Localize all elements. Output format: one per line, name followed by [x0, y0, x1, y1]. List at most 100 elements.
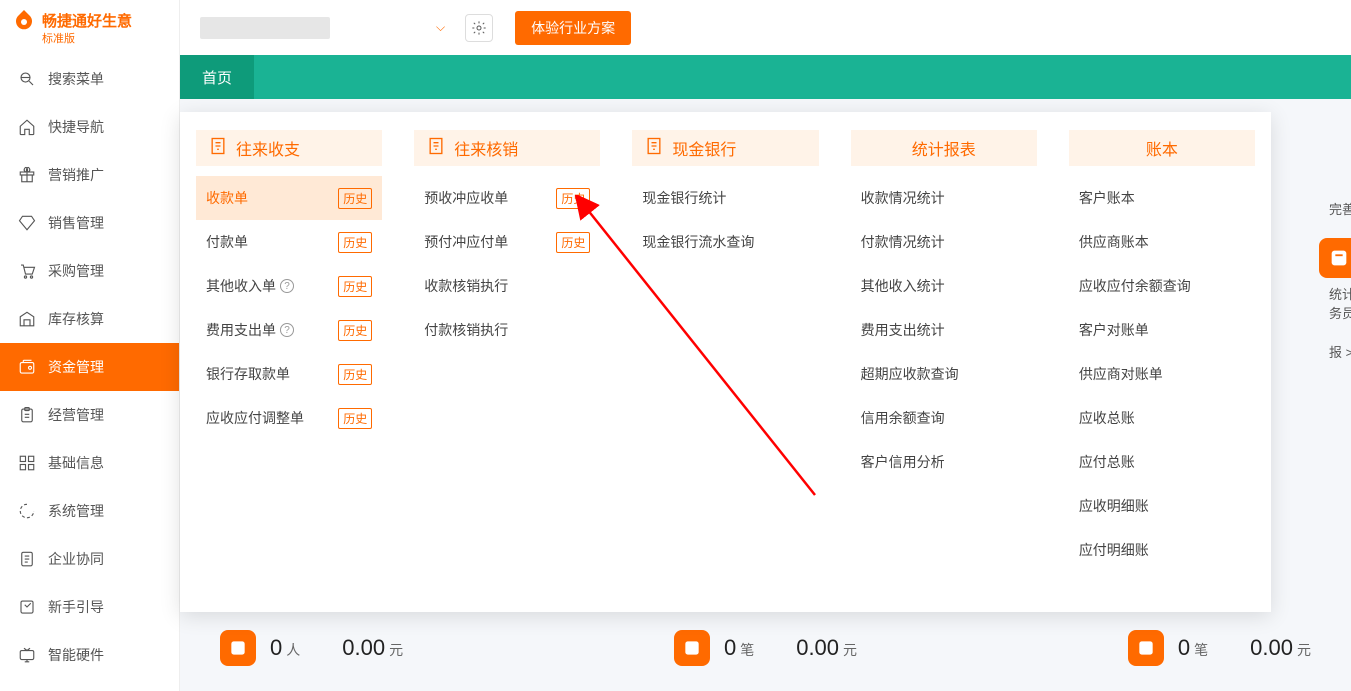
mega-item[interactable]: 预收冲应收单历史 [414, 176, 600, 220]
history-tag[interactable]: 历史 [556, 188, 590, 209]
right-widget-icon[interactable] [1319, 238, 1351, 278]
mega-item[interactable]: 应付明细账 [1069, 528, 1255, 572]
sidebar-item-label: 系统管理 [48, 501, 104, 521]
history-tag[interactable]: 历史 [338, 364, 372, 385]
mega-item[interactable]: 其他收入统计 [851, 264, 1037, 308]
mega-item[interactable]: 银行存取款单 历史 [196, 352, 382, 396]
history-tag[interactable]: 历史 [338, 276, 372, 297]
mega-item[interactable]: 应收应付调整单 历史 [196, 396, 382, 440]
mega-item[interactable]: 客户信用分析 [851, 440, 1037, 484]
mega-item[interactable]: 付款单历史 [196, 220, 382, 264]
mega-column: 现金银行现金银行统计现金银行流水查询 [616, 130, 834, 582]
sidebar-item-label: 资金管理 [48, 357, 104, 377]
mega-item[interactable]: 客户账本 [1069, 176, 1255, 220]
mega-item[interactable]: 收款核销执行 [414, 264, 600, 308]
sidebar-item-search[interactable]: 搜索菜单 [0, 55, 179, 103]
mega-item[interactable]: 应付总账 [1069, 440, 1255, 484]
sidebar-item-label: 库存核算 [48, 309, 104, 329]
sidebar-item-guide[interactable]: 新手引导 [0, 583, 179, 631]
sidebar-item-label: 销售管理 [48, 213, 104, 233]
sidebar-item-label: 智能硬件 [48, 645, 104, 665]
mega-item-label: 信用余额查询 [861, 408, 945, 428]
mega-item[interactable]: 付款情况统计 [851, 220, 1037, 264]
mega-item[interactable]: 付款核销执行 [414, 308, 600, 352]
mega-item[interactable]: 信用余额查询 [851, 396, 1037, 440]
sidebar-item-label: 基础信息 [48, 453, 104, 473]
mega-item[interactable]: 超期应收款查询 [851, 352, 1037, 396]
sidebar-item-operation[interactable]: 经营管理 [0, 391, 179, 439]
sidebar-item-label: 营销推广 [48, 165, 104, 185]
sidebar-item-funds[interactable]: 资金管理 [0, 343, 179, 391]
history-tag[interactable]: 历史 [338, 408, 372, 429]
stat-value: 0.00元 [796, 635, 857, 661]
mega-item[interactable]: 应收总账 [1069, 396, 1255, 440]
mega-item[interactable]: 其他收入单?历史 [196, 264, 382, 308]
help-icon[interactable]: ? [280, 279, 294, 293]
mega-column-title: 现金银行 [672, 136, 736, 160]
tab-home[interactable]: 首页 [180, 55, 254, 99]
mega-item-label: 银行存取款单 [206, 364, 290, 384]
sidebar-item-purchase[interactable]: 采购管理 [0, 247, 179, 295]
mega-item[interactable]: 收款情况统计 [851, 176, 1037, 220]
brand-name: 畅捷通好生意 [42, 10, 132, 31]
stat-value: 0.00元 [1250, 635, 1311, 661]
mega-column-title: 账本 [1146, 136, 1178, 160]
logo-icon [12, 8, 36, 32]
sidebar-item-sales[interactable]: 销售管理 [0, 199, 179, 247]
cta-button[interactable]: 体验行业方案 [515, 11, 631, 45]
help-icon[interactable]: ? [280, 323, 294, 337]
stat-count: 0笔 [724, 635, 754, 661]
sidebar-item-quicknav[interactable]: 快捷导航 [0, 103, 179, 151]
sidebar-item-label: 经营管理 [48, 405, 104, 425]
stat-icon [674, 630, 710, 666]
mega-item[interactable]: 收款单历史 [196, 176, 382, 220]
mega-item[interactable]: 预付冲应付单历史 [414, 220, 600, 264]
mega-item-label: 现金银行流水查询 [642, 232, 754, 252]
history-tag[interactable]: 历史 [338, 188, 372, 209]
nav-list: 搜索菜单快捷导航营销推广销售管理采购管理库存核算资金管理经营管理基础信息系统管理… [0, 55, 179, 679]
mega-item-label: 客户账本 [1079, 188, 1135, 208]
mega-item[interactable]: 费用支出单? 历史 [196, 308, 382, 352]
history-tag[interactable]: 历史 [338, 320, 372, 341]
clipboard-icon [18, 406, 36, 424]
mega-item[interactable]: 应收应付余额查询 [1069, 264, 1255, 308]
mega-item[interactable]: 供应商对账单 [1069, 352, 1255, 396]
sidebar-item-marketing[interactable]: 营销推广 [0, 151, 179, 199]
mega-item[interactable]: 费用支出统计 [851, 308, 1037, 352]
mega-item[interactable]: 现金银行流水查询 [632, 220, 818, 264]
history-tag[interactable]: 历史 [338, 232, 372, 253]
diamond-icon [18, 214, 36, 232]
sidebar: 畅捷通好生意 标准版 搜索菜单快捷导航营销推广销售管理采购管理库存核算资金管理经… [0, 0, 180, 691]
tv-icon [18, 646, 36, 664]
stat-value: 0.00元 [342, 635, 403, 661]
sidebar-item-system[interactable]: 系统管理 [0, 487, 179, 535]
mega-item[interactable]: 应收明细账 [1069, 484, 1255, 528]
stat-icon [1128, 630, 1164, 666]
sidebar-item-label: 企业协同 [48, 549, 104, 569]
doc-icon [18, 550, 36, 568]
mega-column-header: 现金银行 [632, 130, 818, 166]
sidebar-item-basic[interactable]: 基础信息 [0, 439, 179, 487]
sidebar-item-hardware[interactable]: 智能硬件 [0, 631, 179, 679]
mega-column-header: 往来核销 [414, 130, 600, 166]
sidebar-item-inventory[interactable]: 库存核算 [0, 295, 179, 343]
mega-item[interactable]: 供应商账本 [1069, 220, 1255, 264]
loading-icon [18, 502, 36, 520]
right-text-2a: 统计表 [1329, 284, 1351, 303]
sidebar-item-collab[interactable]: 企业协同 [0, 535, 179, 583]
settings-button[interactable] [465, 14, 493, 42]
receipt-icon [208, 136, 228, 161]
mega-column-header: 往来收支 [196, 130, 382, 166]
mega-item-label: 费用支出单? [206, 320, 294, 340]
mega-column-header: 统计报表 [851, 130, 1037, 166]
history-tag[interactable]: 历史 [556, 232, 590, 253]
mega-item[interactable]: 现金银行统计 [632, 176, 818, 220]
mega-column: 往来核销预收冲应收单历史预付冲应付单历史收款核销执行付款核销执行 [398, 130, 616, 582]
mega-column: 往来收支收款单历史付款单历史其他收入单?历史费用支出单?历史银行存取款单历史应收… [180, 130, 398, 582]
brand-edition: 标准版 [42, 30, 75, 46]
mega-item[interactable]: 客户对账单 [1069, 308, 1255, 352]
mega-item-label: 应收应付调整单 [206, 408, 304, 428]
mega-item-label: 客户对账单 [1079, 320, 1149, 340]
org-selector[interactable]: ⌵ [200, 17, 445, 39]
mega-item-label: 应付总账 [1079, 452, 1135, 472]
